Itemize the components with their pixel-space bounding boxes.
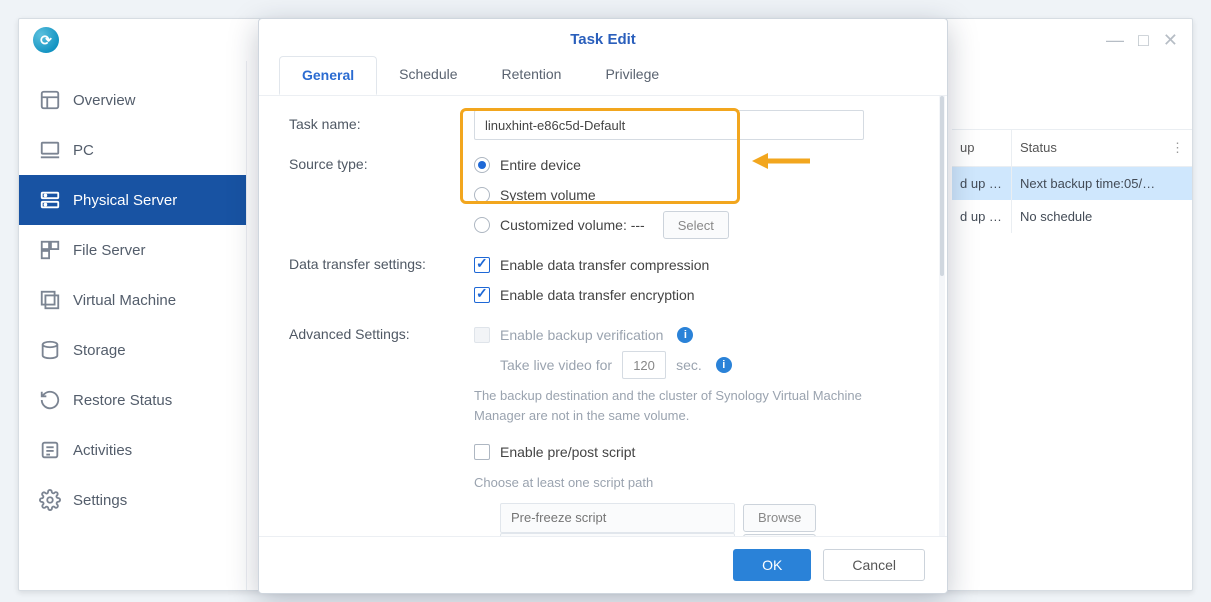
task-table: up Status⋮ d up … Next backup time:05/… … [952,129,1192,233]
checkbox-icon[interactable] [474,287,490,303]
compression-option[interactable]: Enable data transfer compression [474,250,917,280]
pc-icon [39,139,61,161]
dialog-tabs: General Schedule Retention Privilege [259,56,947,96]
radio-icon[interactable] [474,217,490,233]
source-option-custom[interactable]: Customized volume: --- Select [474,210,917,240]
task-edit-dialog: Task Edit General Schedule Retention Pri… [258,18,948,594]
sidebar-item-restore-status[interactable]: Restore Status [19,375,246,425]
sidebar-item-label: PC [73,142,94,159]
radio-icon[interactable] [474,187,490,203]
sidebar-item-label: File Server [73,242,146,259]
app-logo-icon: ⟳ [33,27,59,53]
browse-post-button: Browse [743,534,816,537]
sidebar-item-label: Physical Server [73,192,177,209]
vm-icon [39,289,61,311]
fileserver-icon [39,239,61,261]
browse-pre-button: Browse [743,504,816,532]
table-row[interactable]: d up … Next backup time:05/… [952,167,1192,200]
radio-icon[interactable] [474,157,490,173]
backup-verification-option: Enable backup verification i [474,320,917,350]
source-type-label: Source type: [289,150,474,240]
info-icon[interactable]: i [677,327,693,343]
sidebar-item-file-server[interactable]: File Server [19,225,246,275]
live-video-seconds-input [622,351,666,379]
live-video-option: Take live video for sec. i [500,350,917,380]
tab-privilege[interactable]: Privilege [583,56,681,96]
task-name-input[interactable] [474,110,864,140]
sidebar: Overview PC Physical Server File Server … [19,61,247,590]
close-button[interactable]: ✕ [1163,30,1178,51]
sidebar-item-physical-server[interactable]: Physical Server [19,175,246,225]
advanced-note: The backup destination and the cluster o… [474,386,894,425]
column-header[interactable]: up [952,130,1012,166]
select-volume-button[interactable]: Select [663,211,729,239]
sidebar-item-overview[interactable]: Overview [19,75,246,125]
sidebar-item-activities[interactable]: Activities [19,425,246,475]
checkbox-icon [474,327,490,343]
checkbox-icon[interactable] [474,444,490,460]
post-thaw-script-input [500,533,735,537]
dialog-footer: OK Cancel [259,536,947,593]
script-hint: Choose at least one script path [474,473,917,493]
sidebar-item-settings[interactable]: Settings [19,475,246,525]
advanced-settings-label: Advanced Settings: [289,320,474,536]
table-row[interactable]: d up … No schedule [952,200,1192,233]
source-option-system[interactable]: System volume [474,180,917,210]
task-name-label: Task name: [289,110,474,140]
source-option-entire[interactable]: Entire device [474,150,917,180]
sidebar-item-label: Restore Status [73,392,172,409]
more-icon[interactable]: ⋮ [1171,140,1184,156]
maximize-button[interactable]: □ [1138,30,1149,51]
server-icon [39,189,61,211]
sidebar-item-pc[interactable]: PC [19,125,246,175]
pre-freeze-script-input [500,503,735,533]
cancel-button[interactable]: Cancel [823,549,925,581]
sidebar-item-label: Storage [73,342,126,359]
encryption-option[interactable]: Enable data transfer encryption [474,280,917,310]
tab-retention[interactable]: Retention [480,56,584,96]
gear-icon [39,489,61,511]
data-transfer-label: Data transfer settings: [289,250,474,310]
column-header-status[interactable]: Status⋮ [1012,130,1192,166]
sidebar-item-storage[interactable]: Storage [19,325,246,375]
storage-icon [39,339,61,361]
overview-icon [39,89,61,111]
checkbox-icon[interactable] [474,257,490,273]
ok-button[interactable]: OK [733,549,811,581]
pre-post-script-option[interactable]: Enable pre/post script [474,437,917,467]
sidebar-item-label: Virtual Machine [73,292,176,309]
tab-general[interactable]: General [279,56,377,96]
minimize-button[interactable]: — [1106,30,1124,51]
sidebar-item-label: Settings [73,492,127,509]
dialog-title: Task Edit [259,19,947,56]
dialog-body[interactable]: Task name: Source type: Entire device Sy… [259,96,947,536]
sidebar-item-label: Activities [73,442,132,459]
scrollbar-thumb[interactable] [940,96,944,276]
sidebar-item-virtual-machine[interactable]: Virtual Machine [19,275,246,325]
activities-icon [39,439,61,461]
sidebar-item-label: Overview [73,92,136,109]
restore-icon [39,389,61,411]
tab-schedule[interactable]: Schedule [377,56,479,96]
info-icon[interactable]: i [716,357,732,373]
